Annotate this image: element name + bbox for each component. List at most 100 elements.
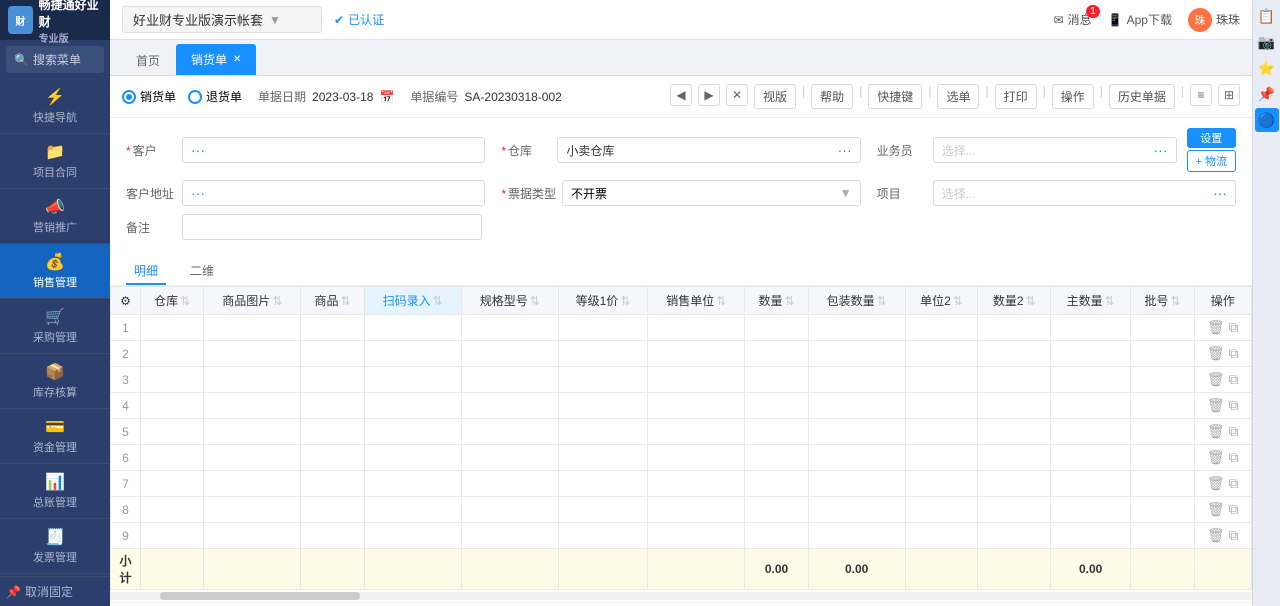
search-menu-button[interactable]: 🔍 搜索菜单 [6, 46, 104, 73]
copy-row-icon[interactable]: ⧉ [1229, 449, 1239, 466]
radio-return-order[interactable]: 退货单 [188, 88, 242, 105]
select-button[interactable]: 选单 [937, 84, 979, 109]
shortcut-button[interactable]: 快捷键 [868, 84, 922, 109]
th-quantity[interactable]: 数量⇅ [745, 287, 808, 315]
sidebar-item-sales[interactable]: 💰 销售管理 [0, 244, 110, 299]
delete-row-icon[interactable]: 🗑 [1207, 423, 1225, 440]
tab-home[interactable]: 首页 [122, 46, 174, 75]
sort-icon: ⇅ [620, 294, 630, 308]
cell-spec[interactable] [461, 315, 558, 341]
copy-row-icon[interactable]: ⧉ [1229, 397, 1239, 414]
right-panel-icon-5[interactable]: 🔵 [1255, 108, 1279, 132]
delete-row-icon[interactable]: 🗑 [1207, 371, 1225, 388]
delete-row-icon[interactable]: 🗑 [1207, 449, 1225, 466]
operation-button[interactable]: 操作 [1052, 84, 1094, 109]
delete-row-icon[interactable]: 🗑 [1207, 501, 1225, 518]
warehouse-input[interactable]: 小卖仓库 ··· [557, 137, 860, 163]
invoice-select[interactable]: 不开票 ▼ [562, 180, 861, 206]
sidebar-item-finance[interactable]: 💳 资金管理 [0, 409, 110, 464]
copy-row-icon[interactable]: ⧉ [1229, 371, 1239, 388]
right-panel-icon-3[interactable]: ⭐ [1255, 56, 1279, 80]
history-button[interactable]: 历史单据 [1109, 84, 1175, 109]
delete-row-icon[interactable]: 🗑 [1207, 527, 1225, 544]
cell-price[interactable] [558, 315, 648, 341]
th-scan-entry[interactable]: 扫码录入⇅ [364, 287, 461, 315]
th-product-img[interactable]: 商品图片⇅ [204, 287, 301, 315]
table-scrollbar-thumb[interactable] [160, 592, 360, 600]
add-logistics-button[interactable]: + 物流 [1187, 150, 1236, 172]
sort-icon: ⇅ [784, 294, 794, 308]
remark-input[interactable] [182, 214, 482, 240]
right-panel-icon-1[interactable]: 📋 [1255, 4, 1279, 28]
view-button[interactable]: 视版 [754, 84, 796, 109]
delete-row-icon[interactable]: 🗑 [1207, 319, 1225, 336]
company-selector[interactable]: 好业财专业版演示帐套 ▼ [122, 6, 322, 33]
cell-pkg-qty[interactable] [808, 315, 905, 341]
sidebar-item-project[interactable]: 📁 项目合同 [0, 134, 110, 189]
copy-row-icon[interactable]: ⧉ [1229, 475, 1239, 492]
delete-row-icon[interactable]: 🗑 [1207, 345, 1225, 362]
sidebar-item-invoice[interactable]: 🧾 发票管理 [0, 519, 110, 574]
purchase-icon: 🛒 [45, 307, 65, 327]
message-button[interactable]: ✉ 消息 1 [1054, 11, 1092, 28]
th-warehouse[interactable]: 仓库⇅ [141, 287, 204, 315]
copy-row-icon[interactable]: ⧉ [1229, 501, 1239, 518]
delete-row-icon[interactable]: 🗑 [1207, 475, 1225, 492]
customer-input[interactable]: ··· [182, 137, 485, 163]
cell-product[interactable] [301, 315, 364, 341]
help-button[interactable]: 帮助 [811, 84, 853, 109]
sidebar-item-purchase[interactable]: 🛒 采购管理 [0, 299, 110, 354]
close-form-button[interactable]: ✕ [726, 84, 748, 106]
app-download-button[interactable]: 📱 App下载 [1108, 11, 1172, 28]
right-panel-icon-4[interactable]: 📌 [1255, 82, 1279, 106]
copy-row-icon[interactable]: ⧉ [1229, 423, 1239, 440]
project-input[interactable]: 选择... ··· [933, 180, 1236, 206]
th-pkg-qty[interactable]: 包装数量⇅ [808, 287, 905, 315]
th-sales-unit[interactable]: 销售单位⇅ [648, 287, 745, 315]
next-record-button[interactable]: ▶ [698, 84, 720, 106]
th-main-qty[interactable]: 主数量⇅ [1051, 287, 1131, 315]
copy-row-icon[interactable]: ⧉ [1229, 527, 1239, 544]
cell-main-qty[interactable] [1051, 315, 1131, 341]
cell-img[interactable] [204, 315, 301, 341]
cell-warehouse[interactable] [141, 315, 204, 341]
sidebar-item-marketing[interactable]: 📣 营销推广 [0, 189, 110, 244]
table-scrollbar[interactable] [110, 592, 1252, 600]
sidebar-item-accounting[interactable]: 📊 总账管理 [0, 464, 110, 519]
tab-2d[interactable]: 二维 [182, 258, 222, 285]
th-batch[interactable]: 批号⇅ [1131, 287, 1194, 315]
th-spec[interactable]: 规格型号⇅ [461, 287, 558, 315]
right-panel-icon-2[interactable]: 📷 [1255, 30, 1279, 54]
tab-close-icon[interactable]: ✕ [233, 54, 241, 65]
address-input[interactable]: ··· [182, 180, 485, 206]
th-grade-price[interactable]: 等级1价⇅ [558, 287, 648, 315]
cell-unit2[interactable] [905, 315, 978, 341]
tab-sales-order[interactable]: 销货单 ✕ [176, 44, 256, 75]
sidebar-item-quick-nav[interactable]: ⚡ 快捷导航 [0, 79, 110, 134]
calendar-icon[interactable]: 📅 [379, 90, 394, 104]
tab-detail[interactable]: 明细 [126, 258, 166, 285]
prev-record-button[interactable]: ◀ [670, 84, 692, 106]
layout-grid-icon[interactable]: ⊞ [1218, 84, 1240, 106]
salesperson-input[interactable]: 选择... ··· [933, 137, 1177, 163]
cell-qty2[interactable] [978, 315, 1051, 341]
layout-list-icon[interactable]: ≡ [1190, 84, 1212, 106]
th-product[interactable]: 商品⇅ [301, 287, 364, 315]
copy-row-icon[interactable]: ⧉ [1229, 345, 1239, 362]
print-button[interactable]: 打印 [995, 84, 1037, 109]
radio-sales-order[interactable]: 销货单 [122, 88, 176, 105]
setup-button[interactable]: 设置 [1187, 128, 1236, 148]
sidebar-footer[interactable]: 📌 取消固定 [0, 576, 110, 606]
user-avatar[interactable]: 珠 珠珠 [1188, 8, 1240, 32]
cell-unit[interactable] [648, 315, 745, 341]
th-qty2[interactable]: 数量2⇅ [978, 287, 1051, 315]
form-content: 销货单 退货单 单据日期 2023-03-18 📅 单据编号 SA-202303… [110, 76, 1252, 606]
cell-batch[interactable] [1131, 315, 1194, 341]
copy-row-icon[interactable]: ⧉ [1229, 319, 1239, 336]
th-unit2[interactable]: 单位2⇅ [905, 287, 978, 315]
cell-qty[interactable] [745, 315, 808, 341]
delete-row-icon[interactable]: 🗑 [1207, 397, 1225, 414]
cell-scan[interactable] [364, 315, 461, 341]
sidebar-item-inventory[interactable]: 📦 库存核算 [0, 354, 110, 409]
th-settings[interactable]: ⚙ [111, 287, 141, 315]
